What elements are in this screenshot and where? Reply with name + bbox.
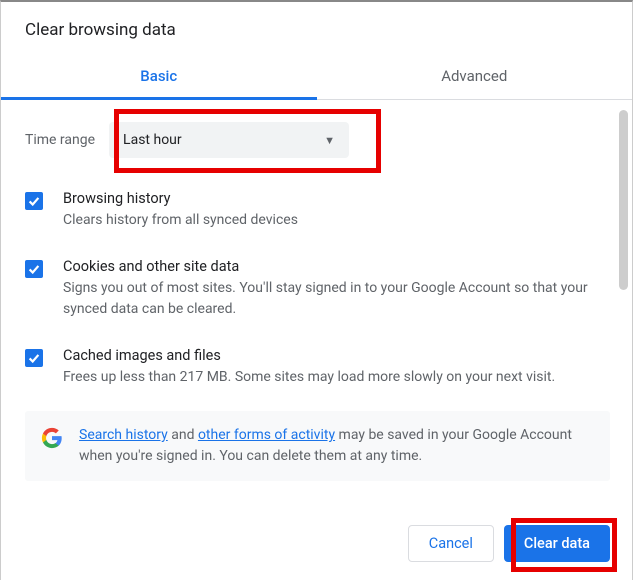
info-text: Search history and other forms of activi… [79,425,594,467]
check-icon [27,351,41,365]
dialog-body: Time range Last hour ▼ Browsing history … [1,100,632,507]
tab-advanced[interactable]: Advanced [317,54,633,99]
option-title: Browsing history [63,190,610,207]
option-text: Cached images and files Frees up less th… [63,347,610,387]
dialog-header: Clear browsing data [1,2,632,54]
tab-basic[interactable]: Basic [1,54,317,99]
option-desc: Signs you out of most sites. You'll stay… [63,278,610,319]
time-range-value: Last hour [123,132,324,148]
time-range-dropdown[interactable]: Last hour ▼ [109,122,349,158]
option-text: Browsing history Clears history from all… [63,190,610,230]
option-cache: Cached images and files Frees up less th… [25,337,610,405]
cancel-button[interactable]: Cancel [408,525,494,562]
option-desc: Frees up less than 217 MB. Some sites ma… [63,367,610,387]
chevron-down-icon: ▼ [324,134,335,147]
time-range-label: Time range [25,132,95,148]
option-desc: Clears history from all synced devices [63,210,610,230]
scrollbar-thumb[interactable] [619,110,628,290]
clear-data-button[interactable]: Clear data [504,525,610,562]
scroll-area[interactable]: Time range Last hour ▼ Browsing history … [1,100,632,507]
checkbox-cache[interactable] [25,349,43,367]
time-range-row: Time range Last hour ▼ [25,100,610,180]
option-title: Cookies and other site data [63,258,610,275]
tab-bar: Basic Advanced [1,54,632,100]
dialog-title: Clear browsing data [25,20,608,40]
other-activity-link[interactable]: other forms of activity [198,427,335,443]
option-title: Cached images and files [63,347,610,364]
dialog-footer: Cancel Clear data [1,507,632,580]
checkbox-cookies[interactable] [25,260,43,278]
google-account-info: Search history and other forms of activi… [25,411,610,481]
check-icon [27,194,41,208]
option-cookies: Cookies and other site data Signs you ou… [25,248,610,337]
checkbox-browsing-history[interactable] [25,192,43,210]
scrollbar[interactable] [619,110,628,490]
clear-browsing-data-dialog: Clear browsing data Basic Advanced Time … [1,2,632,580]
check-icon [27,262,41,276]
option-text: Cookies and other site data Signs you ou… [63,258,610,319]
google-logo-icon [41,427,63,449]
search-history-link[interactable]: Search history [79,427,168,443]
option-browsing-history: Browsing history Clears history from all… [25,180,610,248]
